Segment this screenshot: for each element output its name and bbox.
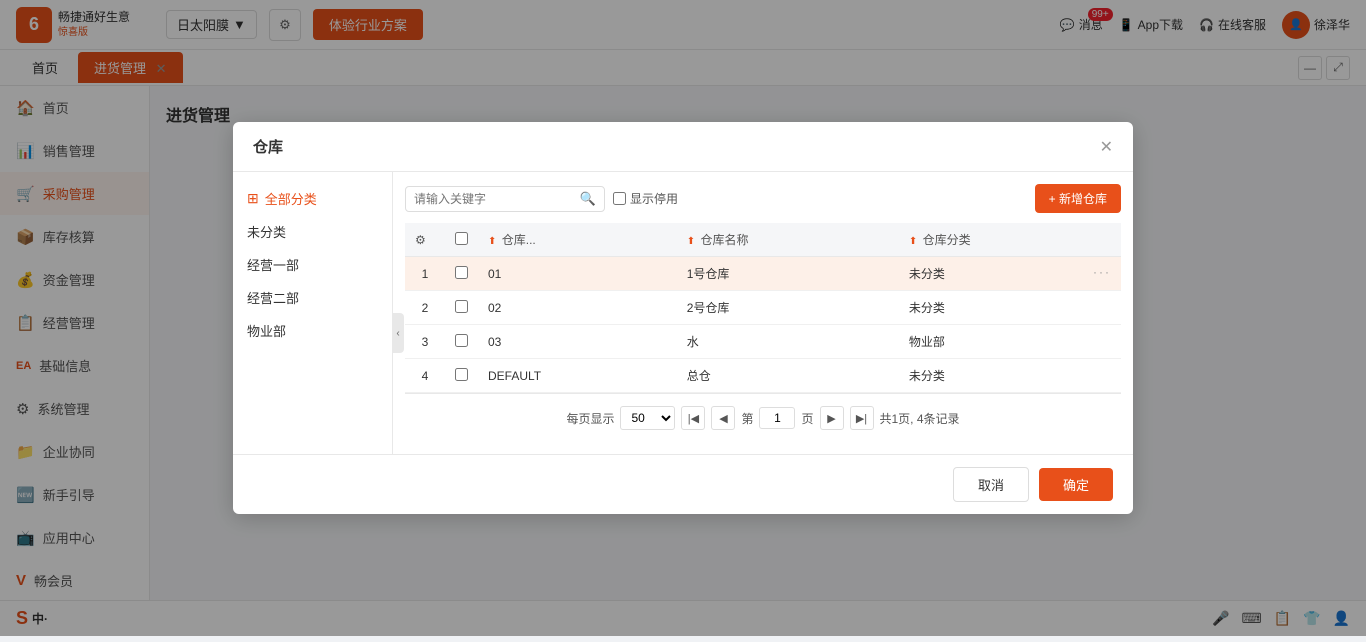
warehouse-table: ⚙ ⬆ 仓库... ⬆ 仓库名称: [405, 223, 1121, 393]
row-num: 2: [405, 291, 445, 325]
row-name: 总仓: [677, 359, 899, 393]
th-checkbox: [445, 223, 478, 257]
tree-item-uncategorized[interactable]: 未分类: [233, 215, 392, 248]
row-check: [445, 257, 478, 291]
confirm-button[interactable]: 确定: [1039, 468, 1113, 501]
row-category: 物业部: [899, 325, 1121, 359]
select-all-checkbox[interactable]: [455, 232, 468, 245]
row-code: 02: [478, 291, 677, 325]
cancel-button[interactable]: 取消: [953, 467, 1029, 502]
row-code: 01: [478, 257, 677, 291]
row-code: 03: [478, 325, 677, 359]
show-disabled-label: 显示停用: [613, 190, 678, 207]
modal-footer: 取消 确定: [233, 454, 1133, 514]
search-icon[interactable]: 🔍: [580, 191, 596, 207]
add-warehouse-button[interactable]: + 新增仓库: [1035, 184, 1121, 213]
row-check: [445, 325, 478, 359]
row-num: 4: [405, 359, 445, 393]
show-disabled-checkbox[interactable]: [613, 192, 626, 205]
pagination: 每页显示 50 20 100 |◀ ◀ 第 页 ▶ ▶| 共1页, 4条记录: [405, 393, 1121, 442]
row-checkbox-3[interactable]: [455, 334, 468, 347]
row-checkbox-4[interactable]: [455, 368, 468, 381]
tree-item-ops1[interactable]: 经营一部: [233, 248, 392, 281]
row-check: [445, 359, 478, 393]
row-check: [445, 291, 478, 325]
row-num: 1: [405, 257, 445, 291]
row-name: 1号仓库: [677, 257, 899, 291]
tree-item-property[interactable]: 物业部: [233, 314, 392, 347]
page-label-post: 页: [801, 410, 813, 427]
row-name: 2号仓库: [677, 291, 899, 325]
total-records-label: 共1页, 4条记录: [880, 410, 960, 427]
table-body: 1 01 1号仓库 未分类 ···: [405, 257, 1121, 393]
page-last-button[interactable]: ▶|: [850, 406, 874, 430]
tree-item-all[interactable]: ⊞ 全部分类: [233, 182, 392, 215]
sort-icon: ⬆: [488, 236, 496, 247]
search-input[interactable]: [414, 192, 580, 206]
sort-icon-name: ⬆: [687, 236, 695, 247]
content-toolbar: 🔍 显示停用 + 新增仓库: [405, 184, 1121, 213]
modal-body: ⊞ 全部分类 未分类 经营一部 经营二部 物业部 ‹: [233, 172, 1133, 454]
th-settings: ⚙: [405, 223, 445, 257]
tree-panel: ⊞ 全部分类 未分类 经营一部 经营二部 物业部 ‹: [233, 172, 393, 454]
table-container: ⚙ ⬆ 仓库... ⬆ 仓库名称: [405, 223, 1121, 393]
row-category: 未分类: [899, 291, 1121, 325]
search-box: 🔍: [405, 186, 605, 212]
tree-collapse-button[interactable]: ‹: [392, 313, 404, 353]
page-prev-button[interactable]: ◀: [711, 406, 735, 430]
more-options-icon[interactable]: ···: [1093, 265, 1111, 279]
page-size-select[interactable]: 50 20 100: [620, 406, 675, 430]
th-name: ⬆ 仓库名称: [677, 223, 899, 257]
modal-overlay: 仓库 ✕ ⊞ 全部分类 未分类 经营一部 经营二部: [0, 0, 1366, 636]
content-panel: 🔍 显示停用 + 新增仓库 ⚙: [393, 172, 1133, 454]
page-first-button[interactable]: |◀: [681, 406, 705, 430]
row-checkbox-1[interactable]: [455, 266, 468, 279]
table-row[interactable]: 1 01 1号仓库 未分类 ···: [405, 257, 1121, 291]
row-checkbox-2[interactable]: [455, 300, 468, 313]
modal-title: 仓库: [253, 136, 283, 157]
tree-item-ops2[interactable]: 经营二部: [233, 281, 392, 314]
row-category: 未分类: [899, 359, 1121, 393]
table-row[interactable]: 3 03 水 物业部: [405, 325, 1121, 359]
table-row[interactable]: 4 DEFAULT 总仓 未分类: [405, 359, 1121, 393]
page-number-input[interactable]: [759, 407, 795, 429]
modal-header: 仓库 ✕: [233, 122, 1133, 172]
row-category: 未分类 ···: [899, 257, 1121, 291]
row-name: 水: [677, 325, 899, 359]
th-category: ⬆ 仓库分类: [899, 223, 1121, 257]
table-row[interactable]: 2 02 2号仓库 未分类: [405, 291, 1121, 325]
page-label-pre: 第: [741, 410, 753, 427]
sort-icon-cat: ⬆: [909, 236, 917, 247]
page-next-button[interactable]: ▶: [820, 406, 844, 430]
row-code: DEFAULT: [478, 359, 677, 393]
warehouse-modal: 仓库 ✕ ⊞ 全部分类 未分类 经营一部 经营二部: [233, 122, 1133, 514]
table-header: ⚙ ⬆ 仓库... ⬆ 仓库名称: [405, 223, 1121, 257]
grid-icon: ⊞: [247, 190, 259, 207]
row-num: 3: [405, 325, 445, 359]
th-code: ⬆ 仓库...: [478, 223, 677, 257]
modal-close-button[interactable]: ✕: [1100, 137, 1113, 157]
